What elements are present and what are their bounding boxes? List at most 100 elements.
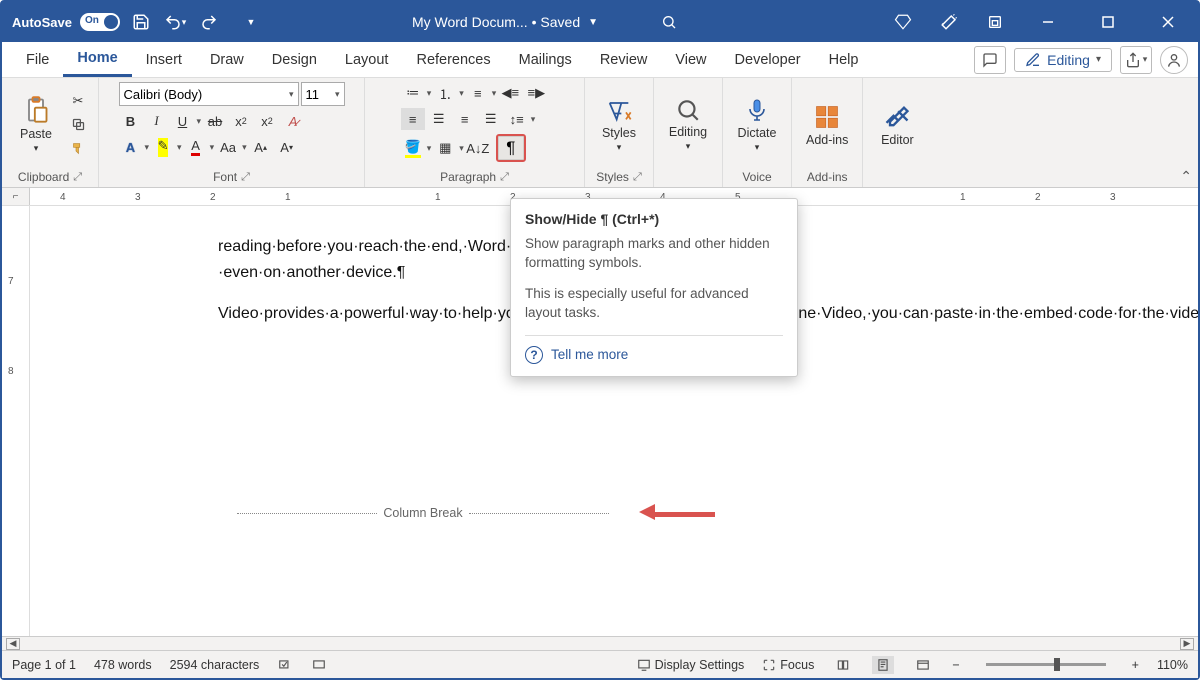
shading-button[interactable]: 🪣	[401, 137, 425, 159]
tab-help[interactable]: Help	[815, 42, 873, 77]
justify-button[interactable]: ☰	[479, 108, 503, 130]
grow-font-button[interactable]: A▴	[249, 136, 273, 158]
superscript-button[interactable]: x2	[255, 110, 279, 132]
styles-button[interactable]: Styles▾	[593, 82, 645, 167]
zoom-level[interactable]: 110%	[1157, 658, 1188, 672]
align-left-button[interactable]: ≡	[401, 108, 425, 130]
char-count-status[interactable]: 2594 characters	[170, 658, 260, 672]
tab-file[interactable]: File	[12, 42, 63, 77]
save-icon[interactable]	[128, 9, 154, 35]
show-hide-button[interactable]: ¶	[496, 134, 526, 162]
addins-icon	[813, 103, 841, 131]
tab-developer[interactable]: Developer	[721, 42, 815, 77]
paste-button[interactable]: Paste ▾	[10, 82, 62, 167]
subscript-button[interactable]: x2	[229, 110, 253, 132]
shrink-font-button[interactable]: A▾	[275, 136, 299, 158]
dictate-button[interactable]: Dictate▾	[731, 82, 783, 167]
font-color-button[interactable]: A	[184, 136, 208, 158]
scroll-left-button[interactable]: ◀	[6, 638, 20, 650]
addins-button[interactable]: Add-ins	[800, 82, 854, 167]
cut-icon[interactable]: ✂	[66, 90, 90, 112]
zoom-slider[interactable]	[986, 663, 1106, 666]
accessibility-icon[interactable]	[311, 658, 327, 672]
dialog-launcher-icon[interactable]: ⤢	[633, 171, 642, 184]
tab-draw[interactable]: Draw	[196, 42, 258, 77]
premium-icon[interactable]	[890, 9, 916, 35]
status-bar: Page 1 of 1 478 words 2594 characters Di…	[2, 650, 1198, 678]
word-count-status[interactable]: 478 words	[94, 658, 152, 672]
font-name-select[interactable]: Calibri (Body)▾	[119, 82, 299, 106]
group-label: Font	[213, 170, 237, 184]
title-dropdown-icon[interactable]: ▼	[588, 17, 598, 28]
highlight-button[interactable]: ✎	[151, 136, 175, 158]
align-center-button[interactable]: ☰	[427, 108, 451, 130]
wand-icon[interactable]	[936, 9, 962, 35]
display-settings-button[interactable]: Display Settings	[637, 658, 745, 672]
horizontal-scrollbar[interactable]: ◀ ▶	[2, 636, 1198, 650]
scroll-right-button[interactable]: ▶	[1180, 638, 1194, 650]
tab-layout[interactable]: Layout	[331, 42, 403, 77]
zoom-in-button[interactable]: +	[1132, 658, 1139, 672]
tab-view[interactable]: View	[661, 42, 720, 77]
read-mode-button[interactable]	[832, 656, 854, 674]
pencil-icon	[1025, 52, 1041, 68]
tab-insert[interactable]: Insert	[132, 42, 196, 77]
decrease-indent-button[interactable]: ◀≡	[498, 82, 522, 104]
tab-review[interactable]: Review	[586, 42, 662, 77]
editing-find-button[interactable]: Editing▾	[662, 82, 714, 167]
editor-icon	[883, 103, 911, 131]
spell-check-icon[interactable]	[277, 658, 293, 672]
copy-icon[interactable]	[66, 114, 90, 136]
undo-icon[interactable]: ▾	[162, 9, 188, 35]
line-spacing-button[interactable]: ↕≡	[505, 108, 529, 130]
print-layout-button[interactable]	[872, 656, 894, 674]
tab-home[interactable]: Home	[63, 42, 131, 77]
web-layout-button[interactable]	[912, 656, 934, 674]
borders-button[interactable]: ▦	[433, 137, 457, 159]
comments-button[interactable]	[974, 46, 1006, 74]
autosave-toggle[interactable]: On	[80, 13, 120, 31]
search-icon[interactable]	[656, 9, 682, 35]
tab-design[interactable]: Design	[258, 42, 331, 77]
zoom-out-button[interactable]: −	[952, 658, 959, 672]
numbering-button[interactable]: ⒈	[433, 82, 457, 104]
dialog-launcher-icon[interactable]: ⤢	[73, 171, 82, 184]
editor-button[interactable]: Editor	[871, 82, 923, 167]
redo-icon[interactable]	[196, 9, 222, 35]
title-bar: AutoSave On ▾ ▼ My Word Docum... • Saved…	[2, 2, 1198, 42]
align-right-button[interactable]: ≡	[453, 108, 477, 130]
strikethrough-button[interactable]: ab	[203, 110, 227, 132]
vertical-ruler[interactable]: 7 8	[2, 206, 30, 636]
group-addins: Add-ins Add-ins	[792, 78, 863, 187]
close-button[interactable]	[1148, 2, 1188, 42]
dialog-launcher-icon[interactable]: ⤢	[500, 171, 509, 184]
font-size-select[interactable]: 11▾	[301, 82, 345, 106]
qat-customize-icon[interactable]: ▼	[238, 9, 264, 35]
minimize-button[interactable]	[1028, 2, 1068, 42]
sort-button[interactable]: A↓Z	[466, 137, 490, 159]
bullets-button[interactable]: ≔	[401, 82, 425, 104]
page-number-status[interactable]: Page 1 of 1	[12, 658, 76, 672]
multilevel-list-button[interactable]: ≡	[466, 82, 490, 104]
focus-button[interactable]: Focus	[762, 658, 814, 672]
format-painter-icon[interactable]	[66, 138, 90, 160]
group-label: Paragraph	[440, 170, 496, 184]
clear-formatting-button[interactable]: A̷	[281, 110, 305, 132]
column-break-marker: Column Break	[218, 506, 628, 520]
italic-button[interactable]: I	[145, 110, 169, 132]
bold-button[interactable]: B	[119, 110, 143, 132]
account-avatar[interactable]	[1160, 46, 1188, 74]
share-button[interactable]: ▾	[1120, 46, 1152, 74]
tell-me-more-link[interactable]: ? Tell me more	[525, 335, 783, 364]
collapse-ribbon-icon[interactable]: ⌃	[1180, 168, 1192, 185]
restore-overlay-icon[interactable]	[982, 9, 1008, 35]
tab-references[interactable]: References	[402, 42, 504, 77]
tab-mailings[interactable]: Mailings	[505, 42, 586, 77]
text-effects-button[interactable]: A	[119, 136, 143, 158]
maximize-button[interactable]	[1088, 2, 1128, 42]
underline-button[interactable]: U	[171, 110, 195, 132]
editing-mode-button[interactable]: Editing ▾	[1014, 48, 1112, 72]
dialog-launcher-icon[interactable]: ⤢	[241, 171, 250, 184]
change-case-button[interactable]: Aa	[216, 136, 240, 158]
increase-indent-button[interactable]: ≡▶	[524, 82, 548, 104]
